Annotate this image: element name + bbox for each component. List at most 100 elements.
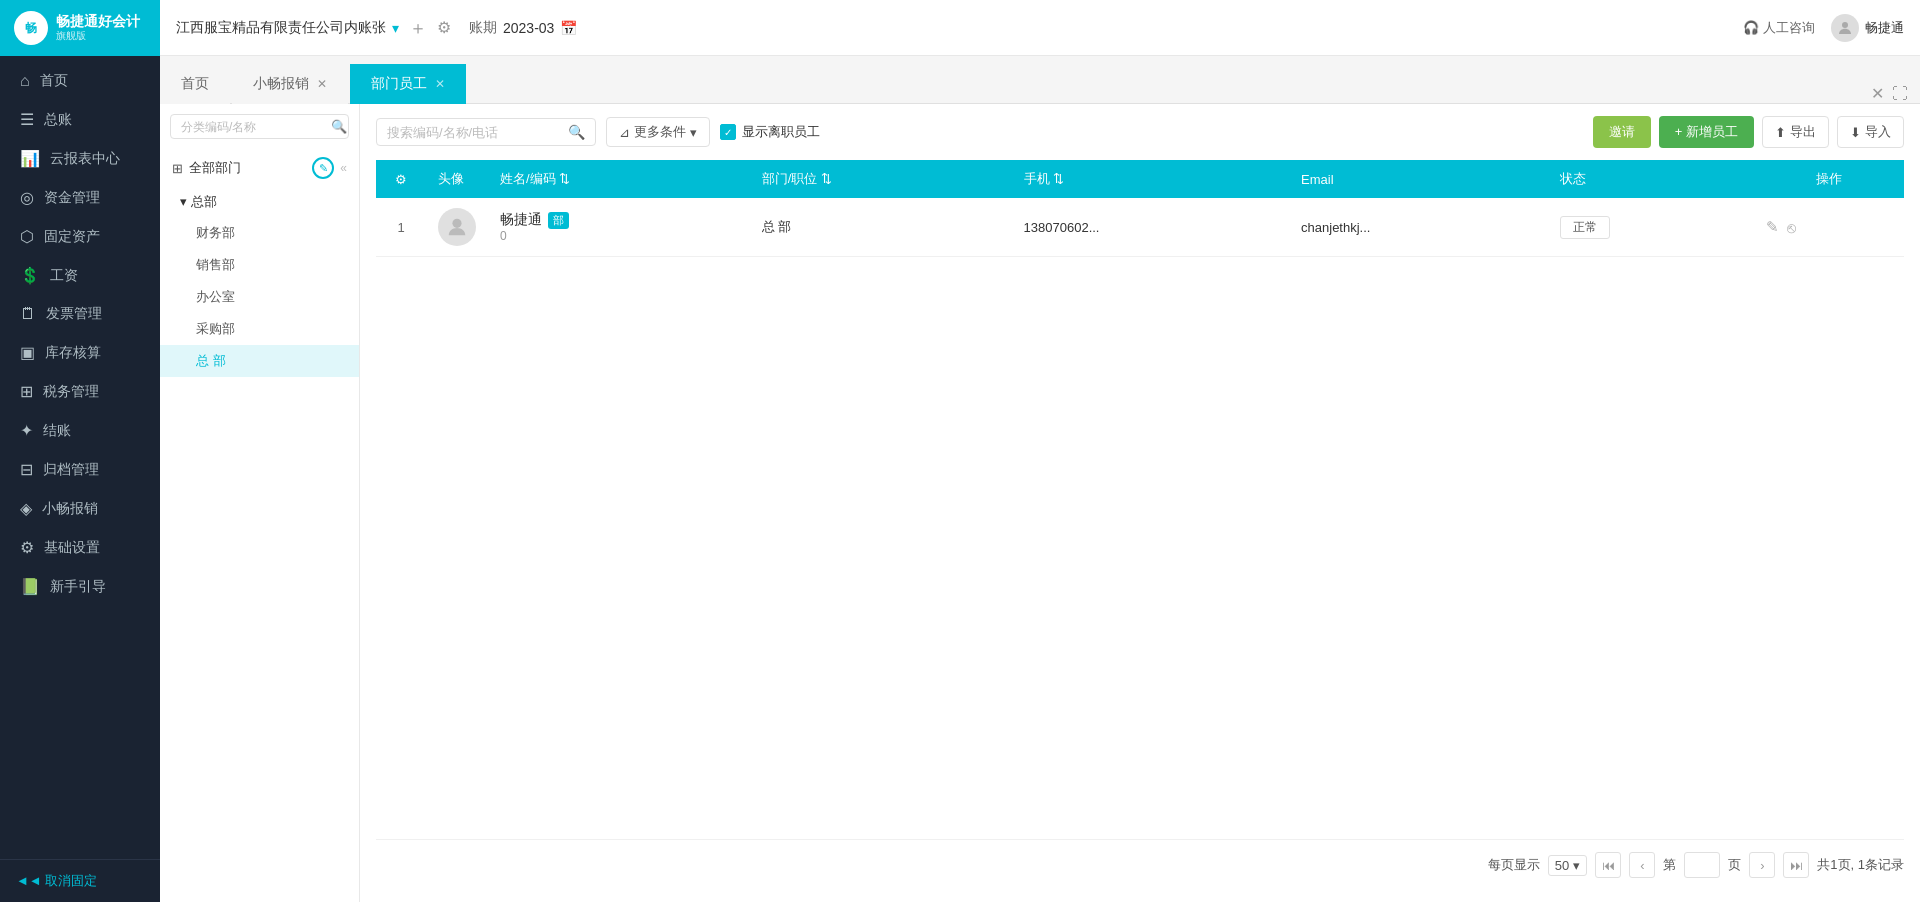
dept-search-input[interactable] <box>181 120 331 134</box>
invite-button[interactable]: 邀请 <box>1593 116 1651 148</box>
tab-employees[interactable]: 部门员工 ✕ <box>350 64 466 104</box>
next-page-button[interactable]: › <box>1749 852 1775 878</box>
calendar-icon[interactable]: 📅 <box>560 20 577 36</box>
sidebar-item-label: 库存核算 <box>45 344 101 362</box>
dept-edit-button[interactable]: ✎ <box>312 157 334 179</box>
search-icon: 🔍 <box>568 124 585 140</box>
employee-search-input[interactable] <box>387 125 568 140</box>
col-mobile[interactable]: 手机 ⇅ <box>1012 160 1290 198</box>
sidebar-item-settings[interactable]: ⚙ 基础设置 <box>0 528 160 567</box>
company-selector[interactable]: 江西服宝精品有限责任公司内账张 ▾ <box>176 19 399 37</box>
show-resigned-toggle[interactable]: ✓ 显示离职员工 <box>720 123 820 141</box>
sidebar-item-label: 云报表中心 <box>50 150 120 168</box>
close-all-tabs-button[interactable]: ✕ <box>1871 84 1884 103</box>
sidebar-item-asset[interactable]: ⬡ 固定资产 <box>0 217 160 256</box>
sidebar-item-salary[interactable]: 💲 工资 <box>0 256 160 295</box>
user-menu[interactable]: 畅捷通 <box>1831 14 1904 42</box>
employee-code: 0 <box>500 229 569 243</box>
topbar-gear-icon[interactable]: ⚙ <box>437 18 451 37</box>
close-account-icon: ✦ <box>20 421 33 440</box>
filter-button[interactable]: ⊿ 更多条件 ▾ <box>606 117 710 147</box>
sidebar-item-label: 发票管理 <box>46 305 102 323</box>
sidebar-item-label: 税务管理 <box>43 383 99 401</box>
show-resigned-checkbox[interactable]: ✓ <box>720 124 736 140</box>
col-mobile-label: 手机 <box>1024 171 1050 186</box>
sidebar-item-home[interactable]: ⌂ 首页 <box>0 62 160 100</box>
dept-group-root-label[interactable]: ▾ 总部 <box>160 187 359 217</box>
col-dept-label: 部门/职位 <box>762 171 818 186</box>
cell-email: chanjethkj... <box>1289 198 1548 257</box>
sidebar-item-close[interactable]: ✦ 结账 <box>0 411 160 450</box>
sidebar-item-ledger[interactable]: ☰ 总账 <box>0 100 160 139</box>
help-button[interactable]: 🎧 人工咨询 <box>1743 19 1815 37</box>
employee-search-box[interactable]: 🔍 <box>376 118 596 146</box>
page-number-input[interactable]: 1 <box>1684 852 1720 878</box>
dept-item-purchasing[interactable]: 采购部 <box>160 313 359 345</box>
sort-icon: ⇅ <box>559 171 570 186</box>
tab-expense-label: 小畅报销 <box>253 75 309 93</box>
cell-avatar <box>426 198 488 257</box>
sidebar-nav: ⌂ 首页 ☰ 总账 📊 云报表中心 ◎ 资金管理 ⬡ 固定资产 💲 工资 🗒 发… <box>0 56 160 859</box>
add-company-button[interactable]: ＋ <box>409 16 427 40</box>
sidebar-item-archive[interactable]: ⊟ 归档管理 <box>0 450 160 489</box>
export-button[interactable]: ⬆ 导出 <box>1762 116 1829 148</box>
logo-icon: 畅 <box>14 11 48 45</box>
sidebar-item-label: 新手引导 <box>50 578 106 596</box>
sidebar-item-label: 资金管理 <box>44 189 100 207</box>
table-header: ⚙ 头像 姓名/编码 ⇅ 部门/职位 ⇅ <box>376 160 1904 198</box>
home-icon: ⌂ <box>20 72 30 90</box>
app-logo: 畅 畅捷通好会计 旗舰版 <box>0 0 160 56</box>
settings-icon: ⚙ <box>395 172 407 187</box>
add-employee-button[interactable]: + 新增员工 <box>1659 116 1754 148</box>
sidebar-item-report[interactable]: 📊 云报表中心 <box>0 139 160 178</box>
headset-icon: 🎧 <box>1743 20 1759 35</box>
page-size-arrow-icon: ▾ <box>1573 858 1580 873</box>
company-name: 江西服宝精品有限责任公司内账张 <box>176 19 386 37</box>
sidebar-item-label: 小畅报销 <box>42 500 98 518</box>
col-name-code[interactable]: 姓名/编码 ⇅ <box>488 160 750 198</box>
dept-item-sales[interactable]: 销售部 <box>160 249 359 281</box>
dept-search-box[interactable]: 🔍 <box>170 114 349 139</box>
all-dept-label: 全部部门 <box>189 159 241 177</box>
page-size-selector[interactable]: 50 ▾ <box>1548 855 1587 876</box>
status-badge: 正常 <box>1560 216 1610 239</box>
col-settings[interactable]: ⚙ <box>376 160 426 198</box>
tab-home[interactable]: 首页 <box>160 64 230 104</box>
logout-button[interactable]: ⎋ <box>1787 219 1796 236</box>
sidebar-item-guide[interactable]: 📗 新手引导 <box>0 567 160 606</box>
avatar <box>1831 14 1859 42</box>
asset-icon: ⬡ <box>20 227 34 246</box>
dept-collapse-icon[interactable]: « <box>340 161 347 175</box>
sidebar-item-tax[interactable]: ⊞ 税务管理 <box>0 372 160 411</box>
last-page-button[interactable]: ⏭ <box>1783 852 1809 878</box>
dept-item-general[interactable]: 总 部 <box>160 345 359 377</box>
sidebar-item-label: 基础设置 <box>44 539 100 557</box>
dept-item-finance-label: 财务部 <box>196 225 235 240</box>
prev-page-button[interactable]: ‹ <box>1629 852 1655 878</box>
import-button[interactable]: ⬇ 导入 <box>1837 116 1904 148</box>
sidebar-item-invoice[interactable]: 🗒 发票管理 <box>0 295 160 333</box>
dept-item-finance[interactable]: 财务部 <box>160 217 359 249</box>
first-page-button[interactable]: ⏮ <box>1595 852 1621 878</box>
unpin-button[interactable]: ◄◄ 取消固定 <box>0 859 160 902</box>
sidebar-item-fund[interactable]: ◎ 资金管理 <box>0 178 160 217</box>
table-container: ⚙ 头像 姓名/编码 ⇅ 部门/职位 ⇅ <box>376 160 1904 839</box>
invoice-icon: 🗒 <box>20 305 36 323</box>
page-label: 第 <box>1663 856 1676 874</box>
dept-item-office-label: 办公室 <box>196 289 235 304</box>
pagination-bar: 每页显示 50 ▾ ⏮ ‹ 第 1 页 › ⏭ 共1页, 1条记录 <box>376 839 1904 890</box>
dept-tree: ⊞ 全部部门 ✎ « ▾ 总部 财务部 销售部 办公室 <box>160 149 359 377</box>
edit-button[interactable]: ✎ <box>1766 218 1779 236</box>
sidebar-item-expense[interactable]: ◈ 小畅报销 <box>0 489 160 528</box>
col-dept[interactable]: 部门/职位 ⇅ <box>750 160 1012 198</box>
tab-expense[interactable]: 小畅报销 ✕ <box>232 64 348 104</box>
expand-tabs-button[interactable]: ⛶ <box>1892 85 1908 103</box>
export-icon: ⬆ <box>1775 125 1786 140</box>
tab-expense-close[interactable]: ✕ <box>317 77 327 91</box>
sidebar-item-inventory[interactable]: ▣ 库存核算 <box>0 333 160 372</box>
tab-employees-close[interactable]: ✕ <box>435 77 445 91</box>
tab-employees-label: 部门员工 <box>371 75 427 93</box>
dept-item-office[interactable]: 办公室 <box>160 281 359 313</box>
all-dept-header[interactable]: ⊞ 全部部门 ✎ « <box>160 149 359 187</box>
export-label: 导出 <box>1790 123 1816 141</box>
